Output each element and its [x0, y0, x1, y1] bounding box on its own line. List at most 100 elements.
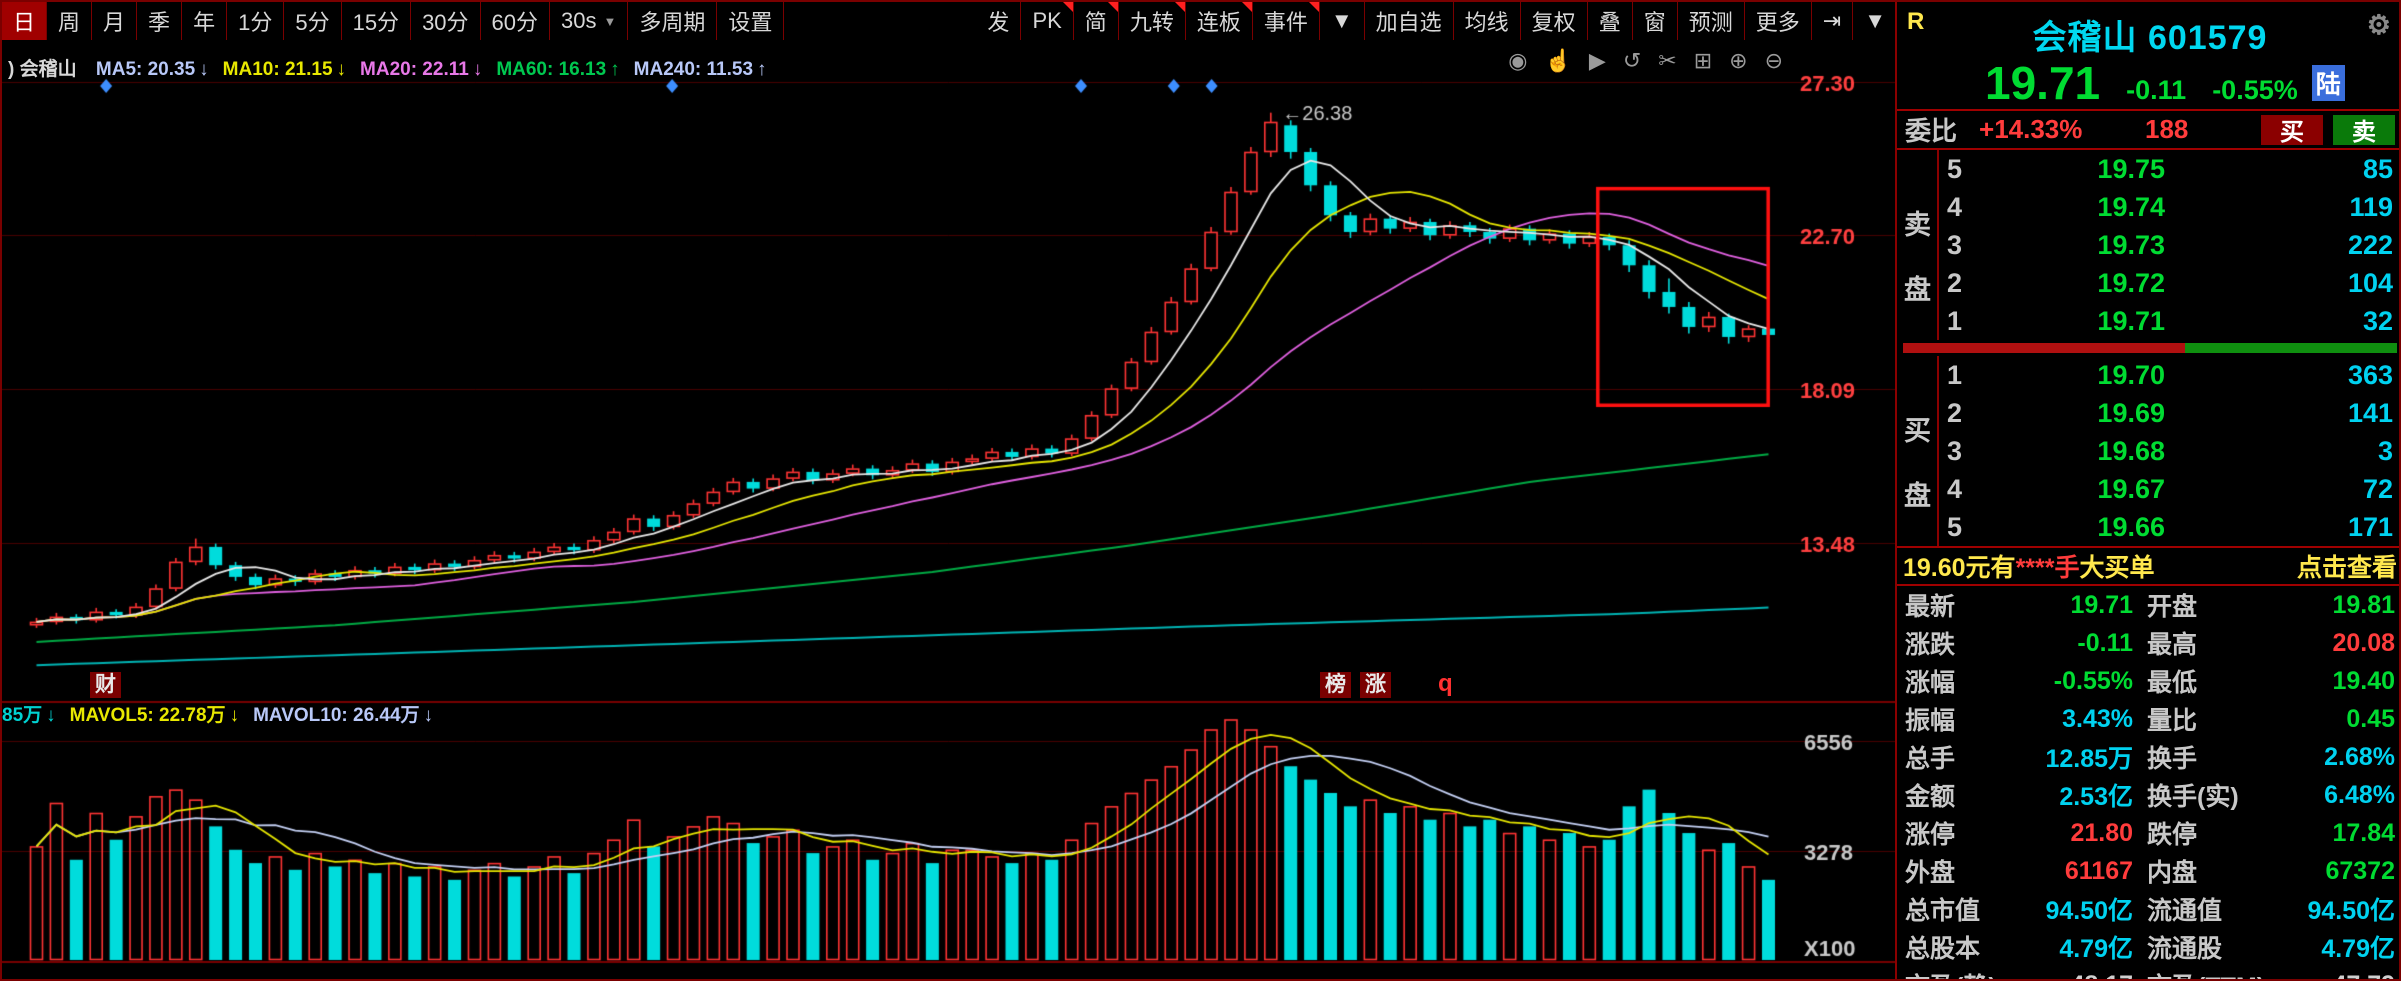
- notification-corner-badge: [1174, 2, 1185, 12]
- toolbar-button-label: 设置: [728, 10, 773, 35]
- stat-label: 振幅: [1905, 707, 1956, 735]
- orderbook-row[interactable]: 5 19.75 85: [1939, 150, 2399, 188]
- zoom-out-icon[interactable]: ⊖: [1765, 48, 1783, 74]
- stat-value: 47.79: [2279, 971, 2395, 980]
- orderbook-row[interactable]: 1 19.71 32: [1939, 302, 2399, 340]
- order-price: 19.66: [2097, 511, 2165, 542]
- toolbar-button-30分[interactable]: 30分: [411, 2, 481, 40]
- zoom-in-icon[interactable]: ⊕: [1729, 48, 1747, 74]
- sell-button[interactable]: 卖: [2333, 114, 2395, 146]
- eye-icon[interactable]: ◉: [1508, 48, 1527, 74]
- notification-corner-badge: [1107, 2, 1118, 12]
- toolbar-button-15分[interactable]: 15分: [342, 2, 412, 40]
- stat-label: 涨停: [1905, 821, 1956, 849]
- order-volume: 104: [2347, 267, 2393, 298]
- toolbar-button-季[interactable]: 季: [137, 2, 183, 40]
- chart-title-prefix: ) 会稽山: [8, 59, 77, 80]
- toolbar-button-多周期[interactable]: 多周期: [628, 2, 718, 40]
- toolbar-button-叠[interactable]: 叠: [1588, 2, 1633, 40]
- orderbook-row[interactable]: 2 19.72 104: [1939, 264, 2399, 302]
- stat-label: 最高: [2147, 631, 2198, 659]
- toolbar-button-发[interactable]: 发: [976, 2, 1022, 40]
- toolbar-button-label: ▼: [1330, 8, 1353, 33]
- toolbar-button-简[interactable]: 简: [1074, 2, 1119, 40]
- stat-value: 0.45: [2346, 704, 2395, 733]
- scissors-icon[interactable]: ✂: [1658, 48, 1676, 74]
- stats-row: 市盈(静)48.17 市盈(TTM)47.79: [1897, 966, 2399, 980]
- toolbar-button-月[interactable]: 月: [92, 2, 138, 40]
- tag-cai[interactable]: 财: [90, 672, 121, 698]
- stat-label: 换手(实): [2147, 783, 2239, 811]
- notification-corner-badge: [1062, 2, 1073, 12]
- sell-orderbook: 卖 盘 5 19.75 85 4 19.74 119 3 19.73 222 2 19.72 104 1…: [1897, 150, 2399, 340]
- chart-area[interactable]: ) 会稽山 MA5: 20.35 ↓ MA10: 21.15 ↓ MA20: 22.11…: [2, 40, 1895, 965]
- tag-zhang[interactable]: 涨: [1360, 672, 1391, 698]
- orderbook-row[interactable]: 3 19.73 222: [1939, 226, 2399, 264]
- trend-arrow-icon: ↑: [610, 59, 620, 80]
- trend-arrow-icon: ↓: [336, 59, 347, 80]
- stat-value: 19.40: [2332, 666, 2395, 695]
- toolbar-button-PK[interactable]: PK: [1021, 2, 1074, 40]
- toolbar-button-均线[interactable]: 均线: [1454, 2, 1521, 40]
- tag-q[interactable]: q: [1438, 670, 1453, 698]
- order-price: 19.67: [2097, 473, 2165, 504]
- toolbar-button-▼[interactable]: ▼: [1320, 2, 1365, 40]
- hand-icon[interactable]: ☝: [1544, 48, 1571, 74]
- stat-label: 涨幅: [1905, 669, 1956, 697]
- toolbar-button-预测[interactable]: 预测: [1678, 2, 1745, 40]
- notice-view-link[interactable]: 点击查看: [2297, 548, 2397, 584]
- candlestick-canvas[interactable]: [2, 40, 1895, 965]
- order-volume: 363: [2347, 359, 2393, 390]
- toolbar-button-复权[interactable]: 复权: [1521, 2, 1588, 40]
- stock-title: 会稽山 601579: [1897, 10, 2399, 59]
- orderbook-row[interactable]: 4 19.74 119: [1939, 188, 2399, 226]
- buy-button[interactable]: 买: [2261, 114, 2323, 146]
- order-price: 19.74: [2097, 191, 2165, 222]
- notice-big-buy: 大买单: [2079, 554, 2155, 582]
- play-icon[interactable]: ▶: [1589, 48, 1606, 74]
- toolbar-button-label: 更多: [1755, 10, 1800, 35]
- tag-bang[interactable]: 榜: [1320, 672, 1351, 698]
- toolbar-button-事件[interactable]: 事件: [1253, 2, 1320, 40]
- stat-value: 20.08: [2332, 628, 2395, 657]
- order-volume: 119: [2349, 191, 2393, 222]
- sell-char: 卖: [1904, 210, 1931, 241]
- toolbar-button-连板[interactable]: 连板: [1186, 2, 1253, 40]
- toolbar-button-更多[interactable]: 更多: [1745, 2, 1812, 40]
- orderbook-row[interactable]: 4 19.67 72: [1939, 470, 2399, 508]
- stat-value: 4.79亿: [2059, 935, 2133, 963]
- gear-icon[interactable]: ⚙: [2367, 10, 2391, 41]
- toolbar-button-周[interactable]: 周: [47, 2, 93, 40]
- stat-label: 量比: [2147, 707, 2198, 735]
- undo-icon[interactable]: ↺: [1623, 48, 1641, 74]
- stat-value: 4.79亿: [2321, 935, 2395, 963]
- orderbook-row[interactable]: 5 19.66 171: [1939, 508, 2399, 546]
- toolbar-button-年[interactable]: 年: [182, 2, 228, 40]
- order-level: 4: [1947, 191, 1963, 222]
- toolbar-button-label: 事件: [1263, 10, 1308, 35]
- trend-arrow-icon: ↓: [229, 705, 240, 726]
- toolbar-button-label: PK: [1032, 8, 1062, 33]
- toolbar-button-窗[interactable]: 窗: [1633, 2, 1678, 40]
- order-price: 19.75: [2097, 153, 2165, 184]
- toolbar-button-label: 30s: [561, 8, 597, 33]
- buy-sell-ratio-bar: [1897, 340, 2399, 356]
- toolbar-button-九转[interactable]: 九转: [1119, 2, 1186, 40]
- toolbar-button-日[interactable]: 日: [2, 2, 48, 40]
- lock-icon[interactable]: ⊞: [1694, 48, 1712, 74]
- toolbar-button-1分[interactable]: 1分: [227, 2, 285, 40]
- orderbook-row[interactable]: 2 19.69 141: [1939, 394, 2399, 432]
- orderbook-row[interactable]: 3 19.68 3: [1939, 432, 2399, 470]
- stat-label: 总手: [1905, 745, 1956, 773]
- toolbar-button-设置[interactable]: 设置: [717, 2, 785, 40]
- toolbar-button-5分[interactable]: 5分: [284, 2, 342, 40]
- toolbar-button-加自选[interactable]: 加自选: [1365, 2, 1454, 40]
- toolbar-button-60分[interactable]: 60分: [481, 2, 551, 40]
- toolbar-button-30s[interactable]: 30s ▼: [550, 2, 629, 40]
- toolbar-button-⇥[interactable]: ⇥: [1812, 2, 1854, 40]
- trend-arrow-icon: ↓: [423, 705, 434, 726]
- orderbook-row[interactable]: 1 19.70 363: [1939, 356, 2399, 394]
- toolbar-button-▼[interactable]: ▼: [1853, 2, 1898, 40]
- stat-value: -0.11: [2077, 628, 2133, 657]
